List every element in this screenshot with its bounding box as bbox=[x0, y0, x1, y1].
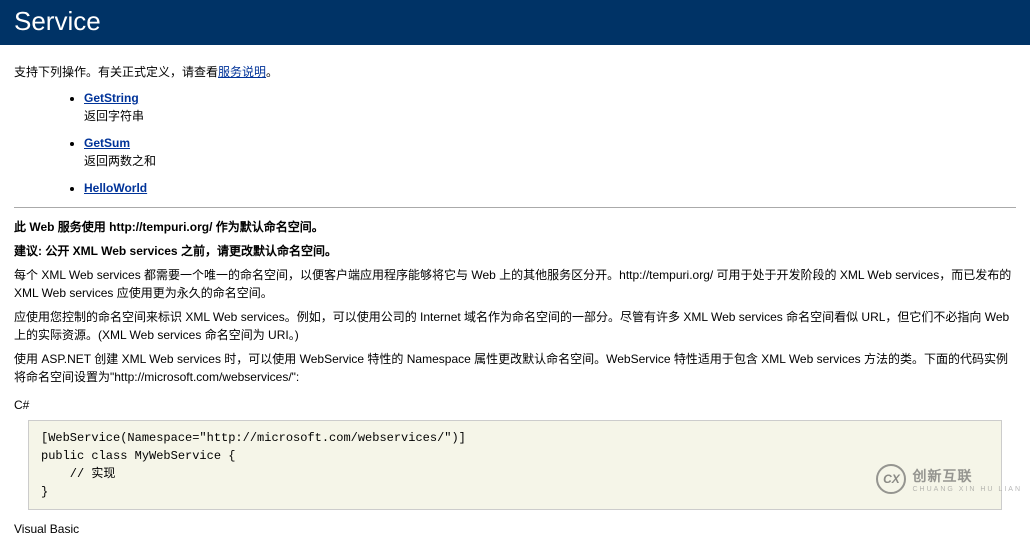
warning-line-2: 建议: 公开 XML Web services 之前，请更改默认命名空间。 bbox=[14, 242, 1016, 260]
operation-item: GetString 返回字符串 bbox=[84, 91, 1016, 124]
page-title: Service bbox=[14, 6, 101, 36]
csharp-label: C# bbox=[14, 396, 1016, 414]
csharp-code-block: [WebService(Namespace="http://microsoft.… bbox=[28, 420, 1002, 510]
intro-suffix: 。 bbox=[266, 65, 278, 79]
operation-item: HelloWorld bbox=[84, 181, 1016, 195]
operation-link[interactable]: HelloWorld bbox=[84, 181, 147, 195]
content-area: 支持下列操作。有关正式定义，请查看服务说明。 GetString 返回字符串 G… bbox=[0, 45, 1030, 554]
operation-desc: 返回两数之和 bbox=[84, 152, 1016, 169]
operation-item: GetSum 返回两数之和 bbox=[84, 136, 1016, 169]
operation-list: GetString 返回字符串 GetSum 返回两数之和 HelloWorld bbox=[14, 91, 1016, 195]
warning-line-1: 此 Web 服务使用 http://tempuri.org/ 作为默认命名空间。 bbox=[14, 218, 1016, 236]
operation-link[interactable]: GetSum bbox=[84, 136, 130, 150]
page-header: Service bbox=[0, 0, 1030, 45]
paragraph-namespace-unique: 每个 XML Web services 都需要一个唯一的命名空间，以便客户端应用… bbox=[14, 266, 1016, 302]
service-description-link[interactable]: 服务说明 bbox=[218, 65, 266, 79]
intro-prefix: 支持下列操作。有关正式定义，请查看 bbox=[14, 65, 218, 79]
paragraph-namespace-control: 应使用您控制的命名空间来标识 XML Web services。例如，可以使用公… bbox=[14, 308, 1016, 344]
paragraph-aspnet: 使用 ASP.NET 创建 XML Web services 时，可以使用 We… bbox=[14, 350, 1016, 386]
operation-desc: 返回字符串 bbox=[84, 107, 1016, 124]
intro-paragraph: 支持下列操作。有关正式定义，请查看服务说明。 bbox=[14, 63, 1016, 81]
operation-link[interactable]: GetString bbox=[84, 91, 139, 105]
divider bbox=[14, 207, 1016, 208]
vb-label: Visual Basic bbox=[14, 520, 1016, 538]
